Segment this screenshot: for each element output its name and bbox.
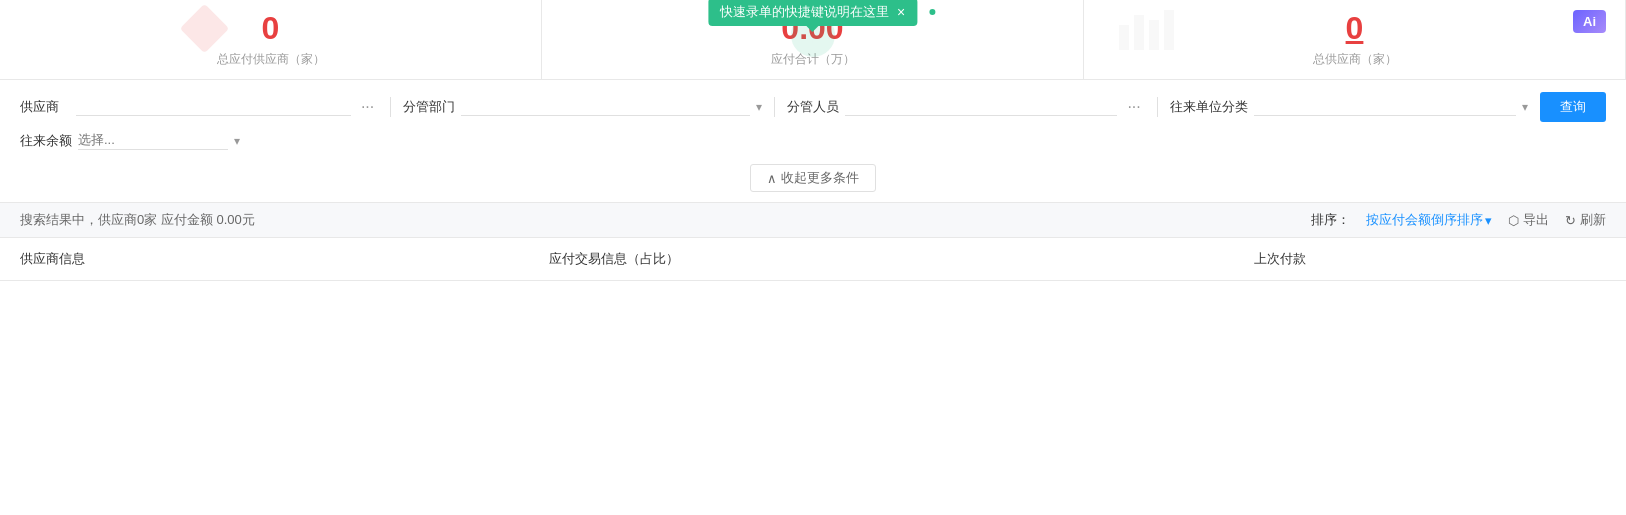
filter-person: 分管人员 ··· bbox=[787, 98, 1145, 116]
svg-rect-0 bbox=[179, 4, 228, 53]
total-payable-suppliers-value: 0 bbox=[262, 11, 280, 46]
payable-total-label: 应付合计（万） bbox=[771, 51, 855, 68]
unit-class-input[interactable] bbox=[1254, 98, 1516, 113]
chart-icon bbox=[1114, 5, 1174, 55]
svg-rect-5 bbox=[1134, 15, 1144, 50]
query-button[interactable]: 查询 bbox=[1540, 92, 1606, 122]
balance-select[interactable] bbox=[78, 132, 228, 147]
divider-3 bbox=[1157, 97, 1158, 117]
person-label: 分管人员 bbox=[787, 98, 839, 116]
dept-label: 分管部门 bbox=[403, 98, 455, 116]
stats-bar: 0 总应付供应商（家） ¥ 0.00 应付合计（万） 快速录单的快捷键说明在这里… bbox=[0, 0, 1626, 80]
svg-rect-6 bbox=[1149, 20, 1159, 50]
unit-class-input-wrapper bbox=[1254, 98, 1516, 116]
person-input-wrapper bbox=[845, 98, 1118, 116]
collapse-row: ∧ 收起更多条件 bbox=[20, 160, 1606, 202]
filter-section: 供应商 ··· 分管部门 ▾ 分管人员 ··· 往来单位分 bbox=[0, 80, 1626, 203]
sort-select[interactable]: 按应付会额倒序排序 ▾ bbox=[1366, 211, 1492, 229]
filter-row-2: 往来余额 ▾ bbox=[20, 132, 1606, 150]
table-header: 供应商信息 应付交易信息（占比） 上次付款 bbox=[0, 238, 1626, 281]
refresh-label: 刷新 bbox=[1580, 211, 1606, 229]
collapse-btn-label: 收起更多条件 bbox=[781, 169, 859, 187]
stat-total-suppliers: 0 总供应商（家） bbox=[1084, 0, 1626, 79]
stat-total-payable-suppliers: 0 总应付供应商（家） bbox=[0, 0, 542, 79]
sort-label: 排序： bbox=[1311, 211, 1350, 229]
svg-rect-7 bbox=[1164, 10, 1174, 50]
total-suppliers-label: 总供应商（家） bbox=[1313, 51, 1397, 68]
total-suppliers-value: 0 bbox=[1346, 11, 1364, 46]
total-payable-suppliers-label: 总应付供应商（家） bbox=[217, 51, 325, 68]
supplier-dots-btn[interactable]: ··· bbox=[357, 98, 378, 116]
results-actions: 排序： 按应付会额倒序排序 ▾ ⬡ 导出 ↻ 刷新 bbox=[1311, 211, 1606, 229]
balance-chevron-icon[interactable]: ▾ bbox=[234, 134, 240, 148]
filter-dept: 分管部门 ▾ bbox=[403, 98, 761, 116]
ai-button[interactable]: Ai bbox=[1573, 10, 1606, 33]
dept-input-wrapper bbox=[461, 98, 749, 116]
export-btn[interactable]: ⬡ 导出 bbox=[1508, 211, 1549, 229]
table-body bbox=[0, 281, 1626, 481]
balance-label: 往来余额 bbox=[20, 132, 72, 150]
collapse-btn[interactable]: ∧ 收起更多条件 bbox=[750, 164, 876, 192]
tooltip-bubble: 快速录单的快捷键说明在这里 × bbox=[708, 0, 917, 26]
balance-select-wrapper bbox=[78, 132, 228, 150]
tooltip-close-btn[interactable]: × bbox=[897, 5, 905, 19]
filter-row-1: 供应商 ··· 分管部门 ▾ 分管人员 ··· 往来单位分 bbox=[20, 92, 1606, 122]
supplier-label: 供应商 bbox=[20, 98, 70, 116]
supplier-input[interactable] bbox=[76, 98, 351, 113]
diamond-icon bbox=[177, 1, 232, 56]
dept-input[interactable] bbox=[461, 98, 749, 113]
export-label: 导出 bbox=[1523, 211, 1549, 229]
divider-2 bbox=[774, 97, 775, 117]
export-icon: ⬡ bbox=[1508, 213, 1519, 228]
dept-chevron-icon[interactable]: ▾ bbox=[756, 100, 762, 114]
refresh-btn[interactable]: ↻ 刷新 bbox=[1565, 211, 1606, 229]
tooltip-text: 快速录单的快捷键说明在这里 bbox=[720, 3, 889, 21]
unit-class-label: 往来单位分类 bbox=[1170, 98, 1248, 116]
filter-balance: 往来余额 ▾ bbox=[20, 132, 240, 150]
sort-value-label: 按应付会额倒序排序 bbox=[1366, 211, 1483, 229]
unit-class-chevron-icon[interactable]: ▾ bbox=[1522, 100, 1528, 114]
results-bar: 搜索结果中，供应商0家 应付金额 0.00元 排序： 按应付会额倒序排序 ▾ ⬡… bbox=[0, 203, 1626, 238]
table-col-payable-info: 应付交易信息（占比） bbox=[549, 250, 1254, 268]
supplier-input-wrapper bbox=[76, 98, 351, 116]
divider-1 bbox=[390, 97, 391, 117]
table-col-last-payment: 上次付款 bbox=[1254, 250, 1606, 268]
filter-unit-class: 往来单位分类 ▾ bbox=[1170, 98, 1528, 116]
person-dots-btn[interactable]: ··· bbox=[1123, 98, 1144, 116]
svg-rect-4 bbox=[1119, 25, 1129, 50]
person-input[interactable] bbox=[845, 98, 1118, 113]
tooltip-dot bbox=[927, 7, 937, 17]
stat-payable-total: ¥ 0.00 应付合计（万） 快速录单的快捷键说明在这里 × bbox=[542, 0, 1084, 79]
refresh-icon: ↻ bbox=[1565, 213, 1576, 228]
table-col-supplier-info: 供应商信息 bbox=[20, 250, 549, 268]
results-info: 搜索结果中，供应商0家 应付金额 0.00元 bbox=[20, 211, 255, 229]
filter-supplier: 供应商 ··· bbox=[20, 98, 378, 116]
collapse-up-icon: ∧ bbox=[767, 171, 777, 186]
sort-chevron-icon: ▾ bbox=[1485, 213, 1492, 228]
